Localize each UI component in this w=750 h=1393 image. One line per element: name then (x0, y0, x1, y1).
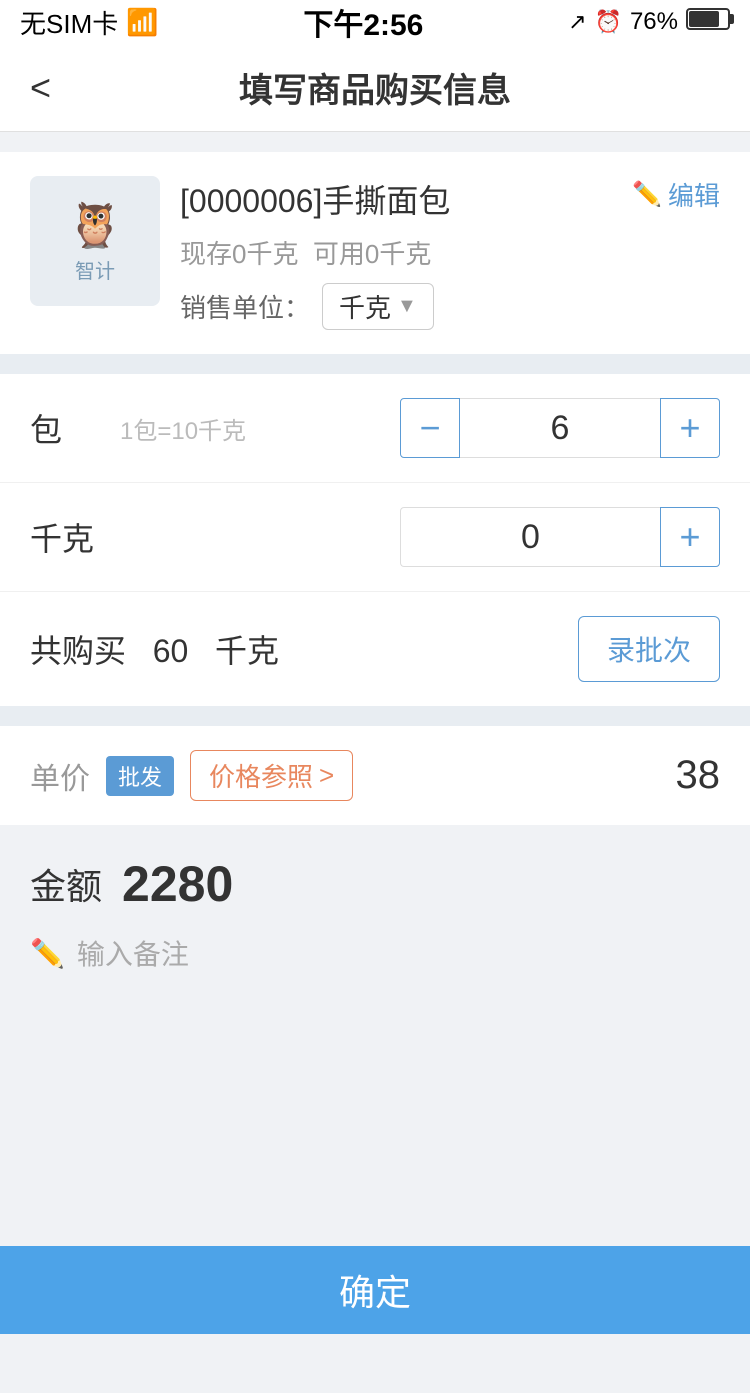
product-card: 🦉 智计 [0000006]手撕面包 现存0千克 可用0千克 销售单位： 千克 … (0, 152, 750, 354)
price-badge: 批发 (106, 756, 174, 796)
owl-icon: 🦉 (68, 199, 123, 251)
bag-decrement-button[interactable]: − (400, 398, 460, 458)
amount-section: 金额 2280 ✏️ 输入备注 (0, 825, 750, 993)
confirm-label: 确定 (339, 1264, 411, 1316)
kg-label: 千克 (30, 514, 110, 560)
page-title: 填写商品购买信息 (239, 63, 511, 112)
note-row[interactable]: ✏️ 输入备注 (30, 933, 720, 993)
edit-button[interactable]: ✏️ 编辑 (632, 176, 720, 213)
product-image: 🦉 智计 (30, 176, 160, 306)
price-ref-text: 价格参照 (209, 757, 313, 794)
edit-label: 编辑 (668, 176, 720, 213)
back-icon: < (30, 67, 51, 108)
alarm-icon: ⏰ (595, 9, 622, 35)
input-section: 包 1包=10千克 − + 千克 + (0, 374, 750, 592)
plus-icon: + (679, 407, 700, 449)
product-title: 手撕面包 (322, 183, 450, 219)
unit-dropdown-arrow: ▼ (397, 295, 417, 318)
record-batch-button[interactable]: 录批次 (578, 616, 720, 682)
amount-label: 金额 (30, 858, 102, 910)
total-space (135, 633, 144, 669)
minus-icon: − (419, 407, 440, 449)
kg-plus-icon: + (679, 516, 700, 558)
amount-value: 2280 (122, 855, 233, 913)
product-id: [0000006] (180, 183, 322, 219)
total-row: 共购买 60 千克 录批次 (0, 592, 750, 706)
kg-input-row: 千克 + (0, 483, 750, 592)
price-ref-arrow: > (319, 760, 334, 791)
nav-bar: < 填写商品购买信息 (0, 44, 750, 132)
product-stock: 现存0千克 可用0千克 (180, 234, 720, 271)
pencil-icon: ✏️ (30, 937, 65, 970)
kg-quantity-control: + (400, 507, 720, 567)
carrier-text: 无SIM卡 (20, 4, 118, 41)
bag-quantity-input[interactable] (460, 398, 660, 458)
amount-row: 金额 2280 (30, 855, 720, 913)
product-image-inner: 🦉 智计 (68, 199, 123, 284)
location-icon: ↗ (568, 9, 586, 35)
brand-text: 智计 (75, 255, 115, 284)
bag-hint: 1包=10千克 (120, 411, 400, 446)
note-placeholder: 输入备注 (77, 933, 189, 973)
status-right: ↗ ⏰ 76% (568, 8, 730, 37)
total-amount: 60 (153, 633, 189, 669)
unit-label: 销售单位： (180, 288, 310, 325)
stock-text: 现存0千克 (180, 239, 298, 269)
product-unit-row: 销售单位： 千克 ▼ (180, 283, 720, 330)
price-label: 单价 (30, 754, 90, 798)
status-bar: 无SIM卡 📶 下午2:56 ↗ ⏰ 76% (0, 0, 750, 44)
wifi-signal: 📶 (126, 7, 158, 38)
back-button[interactable]: < (30, 67, 51, 109)
status-carrier: 无SIM卡 📶 (20, 4, 159, 41)
price-value: 38 (676, 753, 721, 798)
total-text: 共购买 60 千克 (30, 626, 279, 672)
total-unit: 千克 (215, 633, 279, 669)
price-section: 单价 批发 价格参照 > 38 (0, 726, 750, 825)
unit-select[interactable]: 千克 ▼ (322, 283, 434, 330)
unit-value: 千克 (339, 288, 391, 325)
total-label: 共购买 (30, 633, 126, 669)
battery-percent: 76% (630, 8, 678, 36)
kg-increment-button[interactable]: + (660, 507, 720, 567)
edit-icon: ✏️ (632, 180, 662, 209)
status-time: 下午2:56 (303, 0, 423, 44)
bag-increment-button[interactable]: + (660, 398, 720, 458)
available-text: 可用0千克 (313, 239, 431, 269)
bag-label: 包 (30, 405, 110, 451)
battery-icon (686, 8, 730, 37)
kg-quantity-input[interactable] (400, 507, 660, 567)
bag-input-row: 包 1包=10千克 − + (0, 374, 750, 483)
bag-quantity-control: − + (400, 398, 720, 458)
price-reference-button[interactable]: 价格参照 > (190, 750, 353, 801)
divider-2 (0, 706, 750, 726)
total-space2 (197, 633, 206, 669)
divider-1 (0, 354, 750, 374)
confirm-button[interactable]: 确定 (0, 1246, 750, 1334)
